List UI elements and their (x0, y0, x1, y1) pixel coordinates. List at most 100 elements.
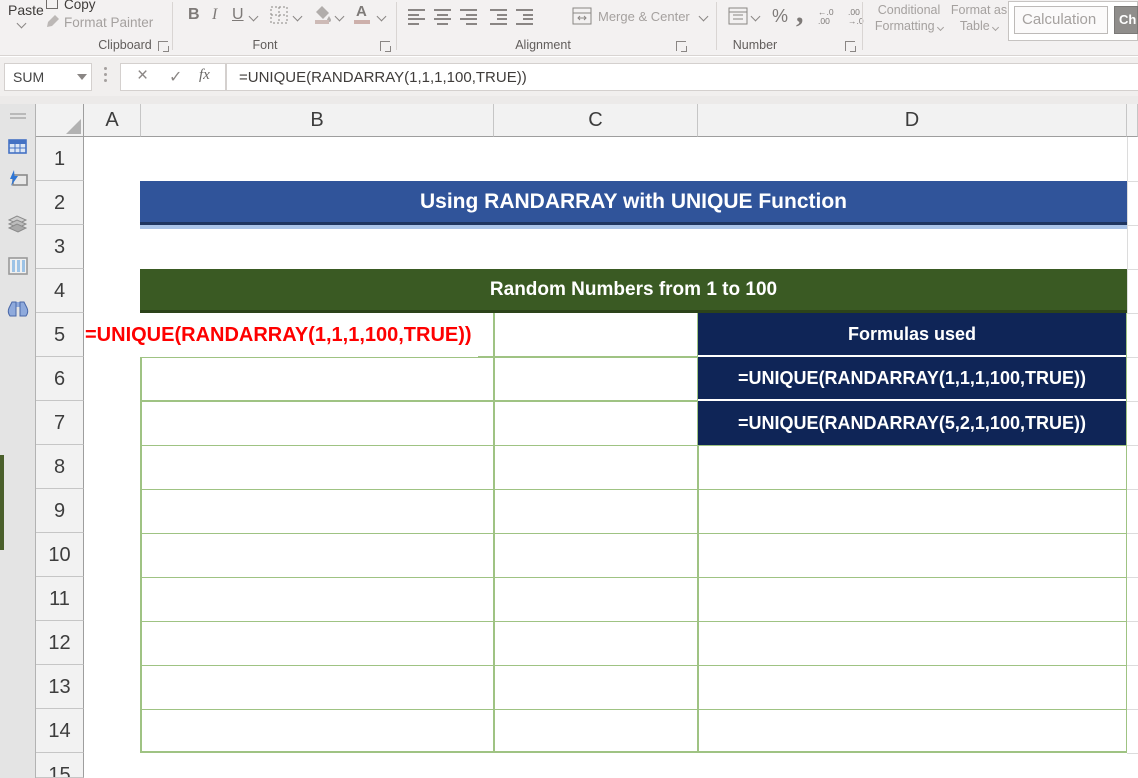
format-painter-button[interactable]: Format Painter (64, 15, 153, 30)
row-header-7[interactable]: 7 (36, 401, 84, 445)
row-header-3[interactable]: 3 (36, 225, 84, 269)
enter-button[interactable]: ✓ (169, 67, 182, 87)
cell-d5-formulas-used[interactable]: Formulas used (698, 313, 1126, 357)
fill-color-icon[interactable] (314, 4, 332, 24)
number-format-chevron-icon[interactable] (750, 11, 761, 22)
font-color-chevron-icon[interactable] (376, 11, 387, 22)
cell-d7-formula[interactable]: =UNIQUE(RANDARRAY(5,2,1,100,TRUE)) (698, 401, 1126, 445)
borders-icon[interactable] (270, 6, 288, 24)
cell-a5-active-formula[interactable]: =UNIQUE(RANDARRAY(1,1,1,100,TRUE)) (85, 313, 478, 357)
grid-row-line (140, 400, 698, 402)
row-header-4[interactable]: 4 (36, 269, 84, 313)
title-banner[interactable]: Using RANDARRAY with UNIQUE Function (140, 181, 1127, 225)
increase-indent-icon[interactable] (516, 9, 533, 27)
row-header-12[interactable]: 12 (36, 621, 84, 665)
align-left-icon[interactable] (408, 9, 425, 27)
row-header-14[interactable]: 14 (36, 709, 84, 753)
fill-color-chevron-icon[interactable] (334, 11, 345, 22)
alignment-group-label: Alignment (515, 38, 571, 52)
format-as-table-line2: Table (948, 18, 1010, 34)
column-header-b[interactable]: B (141, 104, 494, 137)
flash-fill-icon[interactable] (7, 169, 29, 191)
decrease-indent-icon[interactable] (490, 9, 507, 27)
merge-center-icon[interactable] (572, 7, 592, 25)
copy-button[interactable]: Copy (64, 0, 96, 12)
addin-sidebar (0, 104, 36, 778)
sidebar-accent-bar (0, 455, 4, 550)
grid-row-line (140, 576, 1127, 578)
gridline (1127, 577, 1138, 578)
group-divider (862, 2, 863, 50)
excel-window: { "ribbon": { "paste": "Paste", "copy": … (0, 0, 1138, 778)
insert-function-button[interactable]: fx (199, 67, 210, 84)
paste-button[interactable]: Paste (8, 2, 44, 18)
merge-center-chevron-icon[interactable] (698, 11, 709, 22)
row-header-1[interactable]: 1 (36, 137, 84, 181)
number-dialog-launcher[interactable] (845, 41, 856, 52)
table-header-banner[interactable]: Random Numbers from 1 to 100 (140, 269, 1127, 313)
sidebar-handle-icon[interactable] (10, 113, 26, 115)
cancel-button[interactable]: × (137, 65, 148, 87)
formula-input[interactable]: =UNIQUE(RANDARRAY(1,1,1,100,TRUE)) (226, 63, 1138, 91)
formula-buttons: × ✓ fx (120, 63, 226, 91)
row-header-8[interactable]: 8 (36, 445, 84, 489)
align-right-icon[interactable] (460, 9, 477, 27)
row-header-9[interactable]: 9 (36, 489, 84, 533)
row-header-2[interactable]: 2 (36, 181, 84, 225)
format-as-table-button[interactable]: Format as Table (948, 2, 1010, 34)
column-header-c[interactable]: C (494, 104, 698, 137)
sidebar-handle-icon[interactable] (10, 117, 26, 119)
name-box-chevron-icon[interactable] (77, 74, 87, 80)
gridline (1127, 445, 1138, 446)
row-header-11[interactable]: 11 (36, 577, 84, 621)
row-header-13[interactable]: 13 (36, 665, 84, 709)
percent-style-button[interactable]: % (772, 6, 788, 27)
grid-row-line (140, 444, 1127, 446)
underline-button[interactable]: U (232, 6, 244, 24)
style-calculation[interactable]: Calculation (1014, 6, 1108, 34)
striped-table-icon[interactable] (7, 255, 29, 277)
format-painter-icon (47, 15, 59, 27)
gridline (1127, 225, 1138, 226)
font-color-icon[interactable]: A (356, 3, 367, 20)
align-center-icon[interactable] (434, 9, 451, 27)
row-header-5[interactable]: 5 (36, 313, 84, 357)
column-header-a[interactable]: A (84, 104, 141, 137)
comma-style-button[interactable]: , (796, 0, 804, 30)
cell-d6-formula[interactable]: =UNIQUE(RANDARRAY(1,1,1,100,TRUE)) (698, 357, 1126, 401)
conditional-formatting-button[interactable]: Conditional Formatting (868, 2, 950, 34)
table-icon[interactable] (7, 136, 29, 158)
bold-button[interactable]: B (188, 6, 200, 24)
formula-bar-gap (0, 96, 1138, 104)
gridline (1127, 753, 1138, 754)
column-header-e-sliver[interactable] (1127, 104, 1138, 137)
layers-icon[interactable] (7, 212, 29, 234)
borders-chevron-icon[interactable] (292, 11, 303, 22)
merge-center-button[interactable]: Merge & Center (598, 9, 690, 24)
number-format-icon[interactable] (728, 7, 748, 25)
row-header-15[interactable]: 15 (36, 753, 84, 778)
italic-button[interactable]: I (212, 6, 217, 24)
alignment-dialog-launcher[interactable] (676, 41, 687, 52)
row-header-6[interactable]: 6 (36, 357, 84, 401)
binoculars-icon[interactable] (7, 298, 29, 320)
clipboard-dialog-launcher[interactable] (158, 41, 169, 52)
paste-chevron-icon[interactable] (16, 18, 27, 29)
increase-decimal-button[interactable]: ←.0 .00 (818, 8, 844, 26)
gridline (1127, 357, 1138, 358)
grid-border-bottom (140, 751, 1127, 753)
group-divider (172, 2, 173, 50)
style-check-cell[interactable]: Ch (1114, 6, 1138, 34)
grid-row-line (140, 708, 1127, 710)
grid-row-line (140, 664, 1127, 666)
column-header-d[interactable]: D (698, 104, 1127, 137)
select-all-corner[interactable] (36, 104, 84, 137)
gridline (1127, 401, 1138, 402)
underline-chevron-icon[interactable] (248, 11, 259, 22)
name-box[interactable]: SUM (4, 63, 92, 91)
gridline (1127, 313, 1138, 314)
font-dialog-launcher[interactable] (380, 41, 391, 52)
row-header-10[interactable]: 10 (36, 533, 84, 577)
gridline (1127, 621, 1138, 622)
formula-bar-grip-icon[interactable] (104, 67, 107, 82)
